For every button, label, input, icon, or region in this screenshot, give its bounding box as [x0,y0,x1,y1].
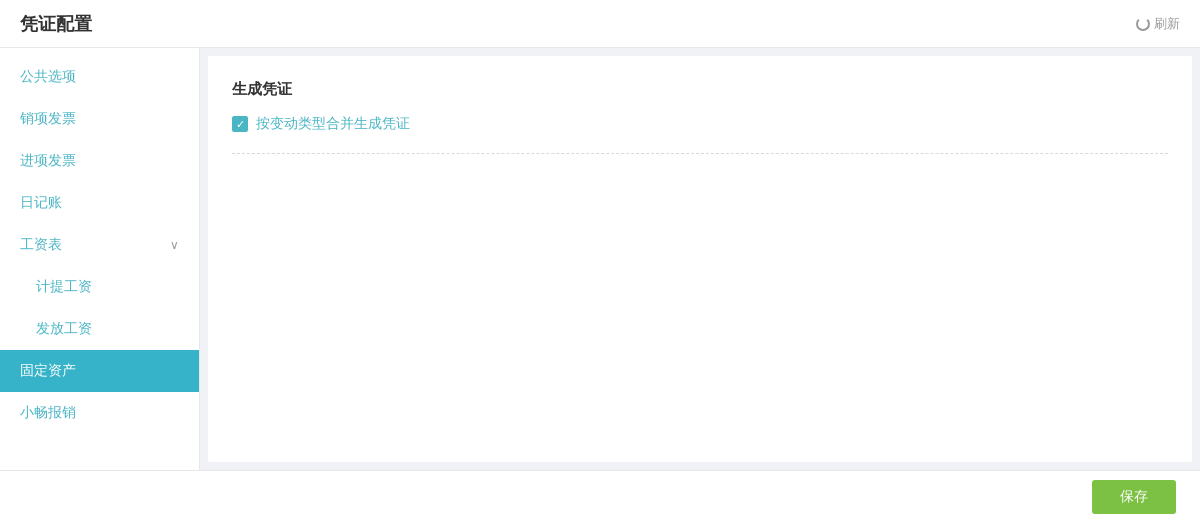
refresh-icon [1136,17,1150,31]
sidebar-item-sales-invoice[interactable]: 销项发票 [0,98,199,140]
sidebar-item-label: 日记账 [20,194,62,212]
merge-checkbox-label[interactable]: 按变动类型合并生成凭证 [256,115,410,133]
page-wrapper: 凭证配置 刷新 公共选项销项发票进项发票日记账工资表 ∨ 计提工资发放工资固定资产小… [0,0,1200,522]
section-title: 生成凭证 [232,80,1168,99]
refresh-label: 刷新 [1154,15,1180,33]
sidebar-item-label: 固定资产 [20,362,76,380]
sidebar-item-purchase-invoice[interactable]: 进项发票 [0,140,199,182]
footer: 保存 [0,470,1200,522]
content-area: 生成凭证 按变动类型合并生成凭证 [208,56,1192,462]
merge-checkbox[interactable] [232,116,248,132]
sidebar-item-label: 公共选项 [20,68,76,86]
sidebar-item-label: 发放工资 [36,320,92,338]
sidebar-item-label: 小畅报销 [20,404,76,422]
sidebar-item-payroll-calc[interactable]: 计提工资 [0,266,199,308]
sidebar-item-payroll-pay[interactable]: 发放工资 [0,308,199,350]
page-title: 凭证配置 [20,12,92,36]
sidebar-item-label: 销项发票 [20,110,76,128]
sidebar-item-expense[interactable]: 小畅报销 [0,392,199,434]
save-button[interactable]: 保存 [1092,480,1176,514]
chevron-down-icon: ∨ [170,238,179,252]
sidebar-item-label: 计提工资 [36,278,92,296]
section-divider [232,153,1168,154]
sidebar-item-payroll-table[interactable]: 工资表 ∨ [0,224,199,266]
refresh-button[interactable]: 刷新 [1136,15,1180,33]
sidebar-item-public[interactable]: 公共选项 [0,56,199,98]
sidebar-item-label: 工资表 [20,236,62,254]
sidebar-item-fixed-assets[interactable]: 固定资产 [0,350,199,392]
checkbox-row: 按变动类型合并生成凭证 [232,115,1168,133]
sidebar-item-label: 进项发票 [20,152,76,170]
sidebar-item-journal[interactable]: 日记账 [0,182,199,224]
header: 凭证配置 刷新 [0,0,1200,48]
main-area: 公共选项销项发票进项发票日记账工资表 ∨ 计提工资发放工资固定资产小畅报销 生成凭证… [0,48,1200,470]
sidebar: 公共选项销项发票进项发票日记账工资表 ∨ 计提工资发放工资固定资产小畅报销 [0,48,200,470]
